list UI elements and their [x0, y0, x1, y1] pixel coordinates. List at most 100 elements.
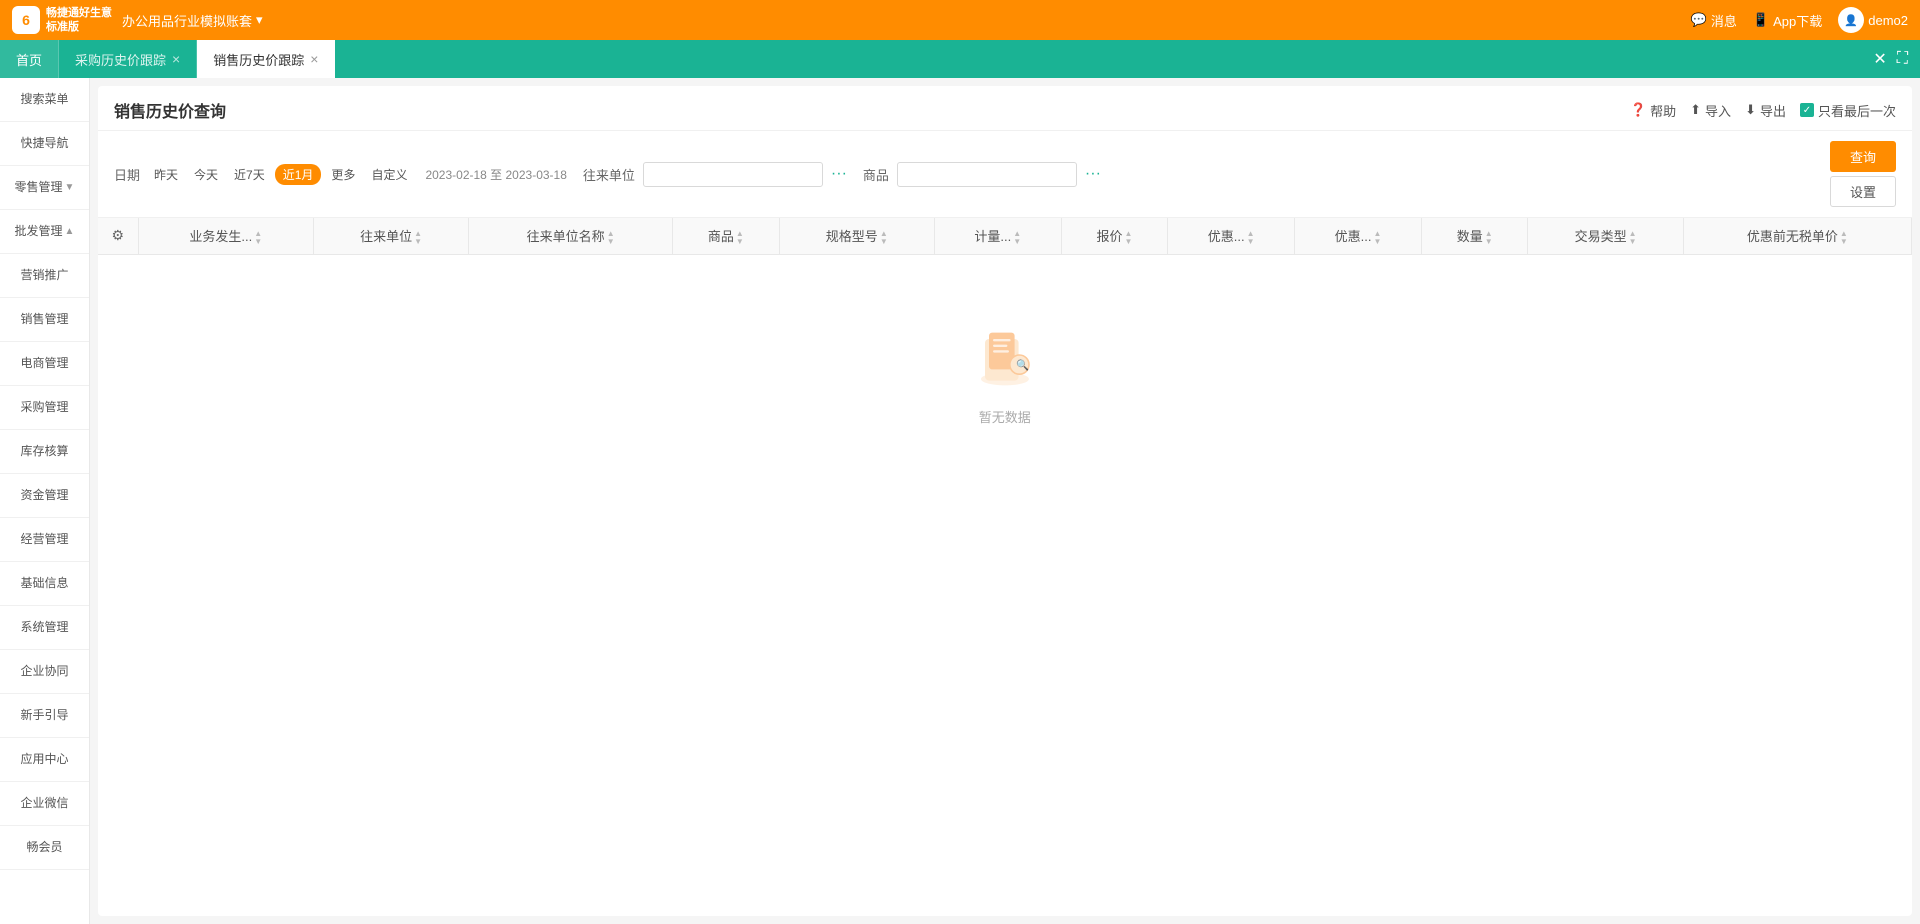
- import-button[interactable]: ⬆ 导入: [1690, 101, 1731, 120]
- logo-icon: 6: [12, 6, 40, 34]
- sidebar-item-membership[interactable]: 畅会员: [0, 826, 89, 870]
- empty-icon: 🔍: [965, 315, 1045, 395]
- avatar: 👤: [1838, 7, 1864, 33]
- sort-icon: ▲▼: [254, 230, 262, 246]
- sidebar: 搜索菜单 快捷导航 零售管理 ▼ 批发管理 ▲ 营销推广 销售管理 电商管理 采…: [0, 78, 90, 924]
- import-icon: ⬆: [1690, 102, 1701, 118]
- date-range-display: 2023-02-18 至 2023-03-18: [425, 166, 566, 183]
- page-header-actions: ❓ 帮助 ⬆ 导入 ⬇ 导出 ✓ 只看最后一次: [1630, 101, 1896, 120]
- table-container: ⚙ 业务发生...▲▼ 往来单位▲▼ 往来单位名称▲▼: [98, 218, 1912, 916]
- tab-sales-history[interactable]: 销售历史价跟踪 ×: [197, 40, 335, 78]
- col-discount1[interactable]: 优惠...▲▼: [1168, 218, 1295, 254]
- message-icon: 💬: [1691, 12, 1707, 28]
- partner-input[interactable]: [643, 162, 823, 187]
- empty-state: 🔍 暂无数据: [98, 255, 1912, 486]
- help-button[interactable]: ❓ 帮助: [1630, 101, 1676, 120]
- chevron-down-icon: ▾: [256, 12, 263, 28]
- workspace-selector[interactable]: 办公用品行业模拟账套 ▾: [122, 11, 263, 30]
- filter-actions: 查询 设置: [1830, 141, 1896, 207]
- page-content: 销售历史价查询 ❓ 帮助 ⬆ 导入 ⬇ 导出 ✓: [98, 86, 1912, 916]
- sort-icon: ▲▼: [1247, 230, 1255, 246]
- top-header: 6 畅捷通好生意 标准版 办公用品行业模拟账套 ▾ 💬 消息 📱 App下载 👤…: [0, 0, 1920, 40]
- col-quoted-price[interactable]: 报价▲▼: [1061, 218, 1168, 254]
- checkbox-icon: ✓: [1800, 103, 1814, 117]
- data-table: ⚙ 业务发生...▲▼ 往来单位▲▼ 往来单位名称▲▼: [98, 218, 1912, 486]
- logo-text: 畅捷通好生意 标准版: [46, 6, 112, 35]
- sidebar-item-enterprise[interactable]: 企业协同: [0, 650, 89, 694]
- page-header: 销售历史价查询 ❓ 帮助 ⬆ 导入 ⬇ 导出 ✓: [98, 86, 1912, 131]
- sidebar-item-wechat[interactable]: 企业微信: [0, 782, 89, 826]
- close-tab-purchase[interactable]: ×: [172, 52, 180, 66]
- sidebar-item-finance[interactable]: 资金管理: [0, 474, 89, 518]
- product-dots[interactable]: ···: [1085, 165, 1101, 183]
- date-shortcuts: 昨天 今天 近7天 近1月 更多 自定义: [148, 164, 413, 185]
- date-btn-more[interactable]: 更多: [325, 164, 361, 185]
- fullscreen-button[interactable]: ⛶: [1897, 50, 1908, 68]
- sidebar-item-inventory[interactable]: 库存核算: [0, 430, 89, 474]
- col-pretax-price[interactable]: 优惠前无税单价▲▼: [1683, 218, 1911, 254]
- sidebar-item-quick-nav[interactable]: 快捷导航: [0, 122, 89, 166]
- sidebar-item-operations[interactable]: 经营管理: [0, 518, 89, 562]
- sidebar-item-basic-info[interactable]: 基础信息: [0, 562, 89, 606]
- logo-area: 6 畅捷通好生意 标准版: [12, 6, 112, 35]
- date-btn-7days[interactable]: 近7天: [228, 164, 271, 185]
- export-button[interactable]: ⬇ 导出: [1745, 101, 1786, 120]
- col-trade-type[interactable]: 交易类型▲▼: [1528, 218, 1683, 254]
- settings-button[interactable]: 设置: [1830, 176, 1896, 207]
- sidebar-item-app-center[interactable]: 应用中心: [0, 738, 89, 782]
- date-btn-1month[interactable]: 近1月: [275, 164, 322, 185]
- sidebar-item-marketing[interactable]: 营销推广: [0, 254, 89, 298]
- close-all-tabs-button[interactable]: ✕: [1873, 49, 1886, 69]
- user-profile[interactable]: 👤 demo2: [1838, 7, 1908, 33]
- filter-row: 日期 昨天 今天 近7天 近1月 更多 自定义 2023-02-18 至 202…: [98, 131, 1912, 218]
- sort-icon: ▲▼: [880, 230, 888, 246]
- settings-icon[interactable]: ⚙: [111, 227, 124, 243]
- sidebar-item-sales[interactable]: 销售管理: [0, 298, 89, 342]
- product-filter-group: 商品 ···: [863, 162, 1101, 187]
- col-product[interactable]: 商品▲▼: [673, 218, 780, 254]
- tab-bar-right: ✕ ⛶: [1861, 40, 1920, 78]
- sidebar-item-search[interactable]: 搜索菜单: [0, 78, 89, 122]
- page-title: 销售历史价查询: [114, 98, 226, 122]
- only-last-checkbox[interactable]: ✓ 只看最后一次: [1800, 101, 1896, 120]
- tab-purchase-history[interactable]: 采购历史价跟踪 ×: [59, 40, 197, 78]
- tab-home[interactable]: 首页: [0, 40, 59, 78]
- date-btn-yesterday[interactable]: 昨天: [148, 164, 184, 185]
- partner-label: 往来单位: [583, 165, 635, 184]
- col-biz-date[interactable]: 业务发生...▲▼: [138, 218, 313, 254]
- col-discount2[interactable]: 优惠...▲▼: [1295, 218, 1422, 254]
- partner-filter-group: 往来单位 ···: [583, 162, 847, 187]
- sort-icon: ▲▼: [1485, 230, 1493, 246]
- col-partner-code[interactable]: 往来单位▲▼: [313, 218, 468, 254]
- query-button[interactable]: 查询: [1830, 141, 1896, 172]
- partner-dots[interactable]: ···: [831, 165, 847, 183]
- col-spec[interactable]: 规格型号▲▼: [779, 218, 934, 254]
- sort-icon: ▲▼: [1629, 230, 1637, 246]
- chevron-down-icon: ▼: [65, 181, 75, 195]
- app-download-button[interactable]: 📱 App下载: [1753, 11, 1822, 30]
- sort-icon: ▲▼: [607, 230, 615, 246]
- sidebar-item-newbie[interactable]: 新手引导: [0, 694, 89, 738]
- sidebar-item-ecom[interactable]: 电商管理: [0, 342, 89, 386]
- sidebar-item-wholesale[interactable]: 批发管理 ▲: [0, 210, 89, 254]
- sidebar-item-retail[interactable]: 零售管理 ▼: [0, 166, 89, 210]
- product-input[interactable]: [897, 162, 1077, 187]
- message-button[interactable]: 💬 消息: [1691, 11, 1737, 30]
- chevron-up-icon: ▲: [65, 225, 75, 239]
- sidebar-item-system[interactable]: 系统管理: [0, 606, 89, 650]
- help-icon: ❓: [1630, 102, 1646, 118]
- col-quantity[interactable]: 数量▲▼: [1421, 218, 1528, 254]
- date-btn-today[interactable]: 今天: [188, 164, 224, 185]
- sort-icon: ▲▼: [1373, 230, 1381, 246]
- content-area: 销售历史价查询 ❓ 帮助 ⬆ 导入 ⬇ 导出 ✓: [90, 78, 1920, 924]
- close-tab-sales[interactable]: ×: [310, 52, 318, 66]
- header-right: 💬 消息 📱 App下载 👤 demo2: [1691, 7, 1908, 33]
- date-btn-custom[interactable]: 自定义: [365, 164, 413, 185]
- sort-icon: ▲▼: [414, 230, 422, 246]
- sort-icon: ▲▼: [736, 230, 744, 246]
- date-filter-group: 日期 昨天 今天 近7天 近1月 更多 自定义 2023-02-18 至 202…: [114, 164, 567, 185]
- sidebar-item-purchase[interactable]: 采购管理: [0, 386, 89, 430]
- sort-icon: ▲▼: [1013, 230, 1021, 246]
- col-unit[interactable]: 计量...▲▼: [934, 218, 1061, 254]
- col-partner-name[interactable]: 往来单位名称▲▼: [469, 218, 673, 254]
